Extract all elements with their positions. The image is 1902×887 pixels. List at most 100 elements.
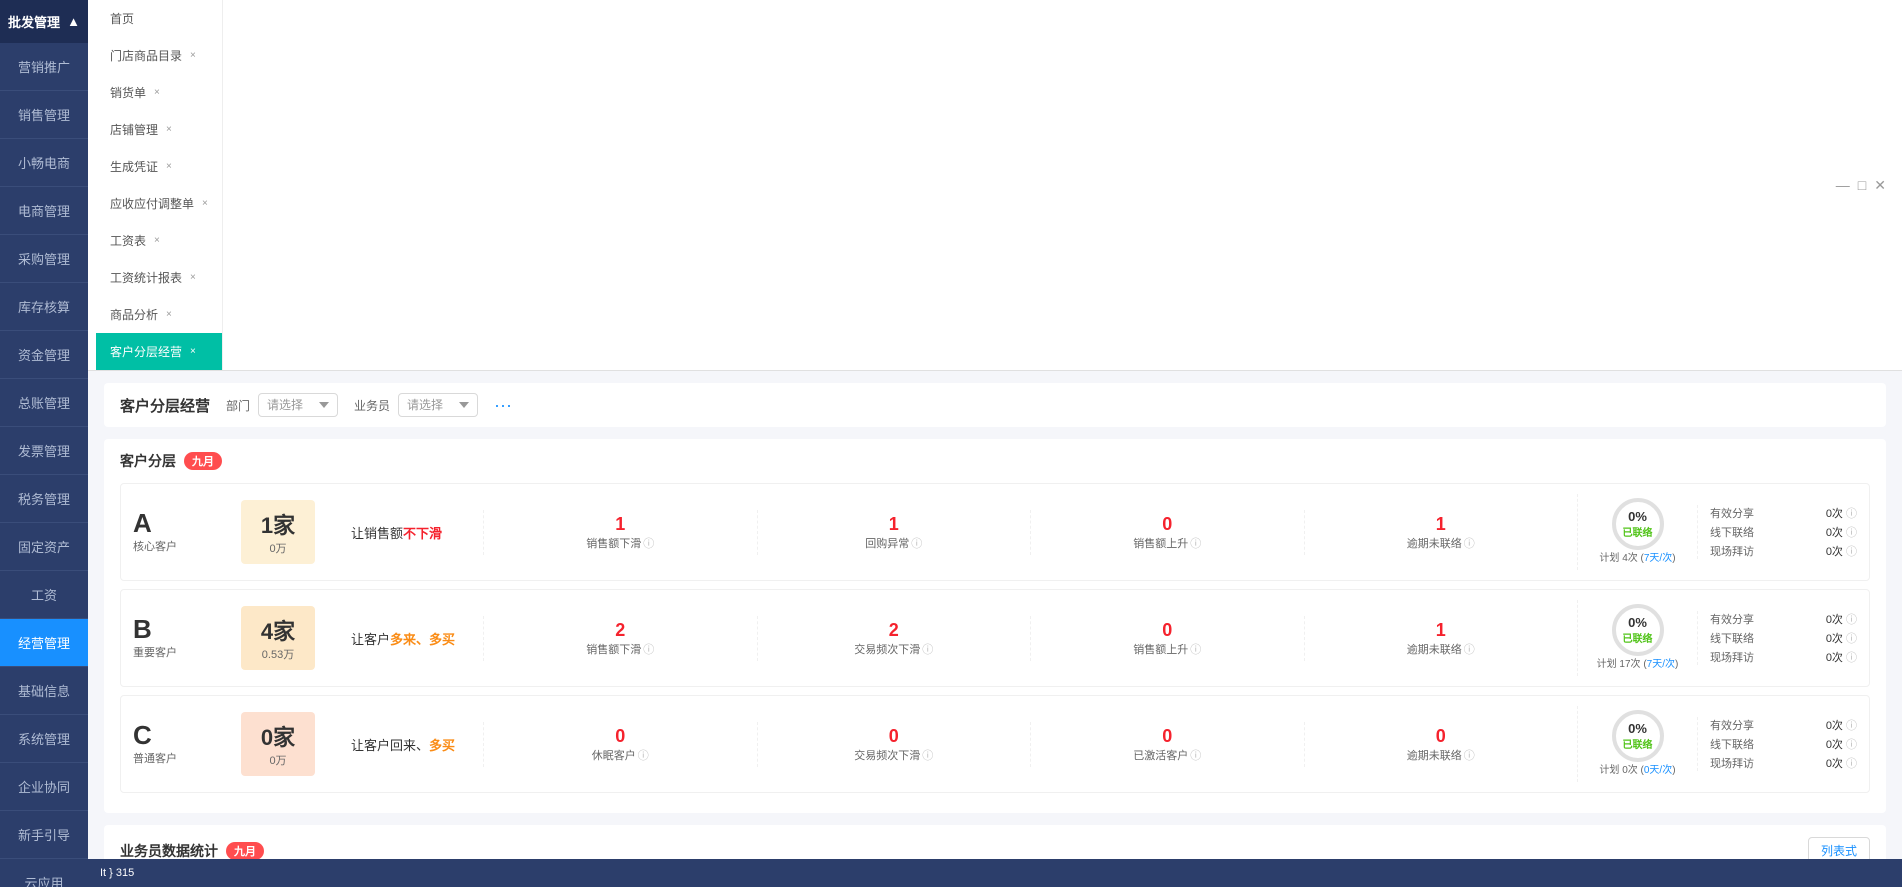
tab-销货单[interactable]: 销货单×	[96, 74, 223, 111]
sidebar-item-系统管理[interactable]: 系统管理	[0, 715, 88, 763]
tab-close-icon[interactable]: ×	[190, 50, 196, 61]
tab-close-icon[interactable]: ×	[202, 198, 208, 209]
sidebar-item-采购管理[interactable]: 采购管理	[0, 235, 88, 283]
sidebar-item-电商管理[interactable]: 电商管理	[0, 187, 88, 235]
sidebar-item-发票管理[interactable]: 发票管理	[0, 427, 88, 475]
info-icon[interactable]: ⓘ	[1190, 747, 1201, 763]
info-icon[interactable]: ⓘ	[1846, 546, 1857, 558]
tab-close-icon[interactable]: ×	[190, 346, 196, 357]
tier-amount: 0万	[261, 540, 295, 556]
tier-row-B: B重要客户4家0.53万让客户多来、多买2销售额下滑 ⓘ2交易频次下滑 ⓘ0销售…	[120, 589, 1870, 687]
tab-生成凭证[interactable]: 生成凭证×	[96, 148, 223, 185]
info-icon[interactable]: ⓘ	[922, 747, 933, 763]
tier-name: 重要客户	[133, 644, 213, 660]
tier-stat-num: 1	[1313, 514, 1570, 535]
sidebar-header[interactable]: 批发管理 ▲	[0, 0, 88, 43]
sidebar: 批发管理 ▲ 营销推广销售管理小畅电商电商管理采购管理库存核算资金管理总账管理发…	[0, 0, 88, 887]
sidebar-item-经营管理[interactable]: 经营管理	[0, 619, 88, 667]
tab-客户分层经营[interactable]: 客户分层经营×	[96, 333, 223, 370]
gauge-period[interactable]: 7天/次	[1647, 659, 1675, 670]
info-icon[interactable]: ⓘ	[911, 535, 922, 551]
page-title: 客户分层经营	[120, 395, 210, 416]
info-icon[interactable]: ⓘ	[922, 641, 933, 657]
sidebar-item-销售管理[interactable]: 销售管理	[0, 91, 88, 139]
tab-商品分析[interactable]: 商品分析×	[96, 296, 223, 333]
info-icon[interactable]: ⓘ	[1846, 614, 1857, 626]
tab-list: 首页门店商品目录×销货单×店铺管理×生成凭证×应收应付调整单×工资表×工资统计报…	[96, 0, 223, 370]
tier-stat-label: 已激活客户 ⓘ	[1039, 747, 1296, 763]
info-icon[interactable]: ⓘ	[1846, 633, 1857, 645]
sidebar-item-营销推广[interactable]: 营销推广	[0, 43, 88, 91]
tier-right-stat-label: 有效分享	[1710, 505, 1754, 521]
tab-close-icon[interactable]: ×	[154, 87, 160, 98]
tier-stat-label: 逾期未联络 ⓘ	[1313, 535, 1570, 551]
tab-close-icon[interactable]: ×	[166, 161, 172, 172]
window-minimize-icon[interactable]: —	[1836, 177, 1850, 194]
gauge-period[interactable]: 7天/次	[1644, 553, 1672, 564]
info-icon[interactable]: ⓘ	[1190, 641, 1201, 657]
tier-stat: 1销售额下滑 ⓘ	[483, 510, 757, 555]
gauge-circle: 0%已联络	[1612, 710, 1664, 762]
sidebar-item-新手引导[interactable]: 新手引导	[0, 811, 88, 859]
tab-门店商品目录[interactable]: 门店商品目录×	[96, 37, 223, 74]
tier-right-stat-label: 线下联络	[1710, 736, 1754, 752]
customer-tier-section: 客户分层 九月 A核心客户1家0万让销售额不下滑1销售额下滑 ⓘ1回购异常 ⓘ0…	[104, 439, 1886, 813]
tab-应收应付调整单[interactable]: 应收应付调整单×	[96, 185, 223, 222]
info-icon[interactable]: ⓘ	[1846, 652, 1857, 664]
tier-right-stat-label: 现场拜访	[1710, 649, 1754, 665]
tab-工资统计报表[interactable]: 工资统计报表×	[96, 259, 223, 296]
info-icon[interactable]: ⓘ	[1846, 739, 1857, 751]
sidebar-item-小畅电商[interactable]: 小畅电商	[0, 139, 88, 187]
page-content: 客户分层经营 部门 请选择 业务员 请选择 ··· 客户分层 九月 A核心客户1…	[88, 371, 1902, 859]
tier-gauge: 0%已联络计划 17次 (7天/次)	[1577, 600, 1697, 676]
tier-stat-num: 0	[1039, 514, 1296, 535]
info-icon[interactable]: ⓘ	[643, 641, 654, 657]
gauge-period[interactable]: 0天/次	[1644, 765, 1672, 776]
gauge-sub: 计划 17次 (7天/次)	[1597, 658, 1679, 672]
tier-right-stat-val: 0次 ⓘ	[1826, 736, 1857, 752]
tier-action: 让客户多来、多买	[343, 629, 483, 648]
tab-close-icon[interactable]: ×	[154, 235, 160, 246]
sidebar-toggle-icon[interactable]: ▲	[67, 14, 80, 29]
dept-select[interactable]: 请选择	[258, 393, 338, 417]
info-icon[interactable]: ⓘ	[1846, 527, 1857, 539]
info-icon[interactable]: ⓘ	[1846, 508, 1857, 520]
info-icon[interactable]: ⓘ	[1190, 535, 1201, 551]
customer-tier-title: 客户分层 九月	[120, 451, 1870, 471]
tier-right-stat-label: 现场拜访	[1710, 755, 1754, 771]
tier-count: 4家	[261, 614, 295, 646]
window-maximize-icon[interactable]: □	[1858, 177, 1866, 194]
tab-close-icon[interactable]: ×	[166, 124, 172, 135]
info-icon[interactable]: ⓘ	[638, 747, 649, 763]
window-close-icon[interactable]: ✕	[1874, 177, 1886, 194]
info-icon[interactable]: ⓘ	[1846, 758, 1857, 770]
sidebar-item-工资[interactable]: 工资	[0, 571, 88, 619]
sidebar-item-资金管理[interactable]: 资金管理	[0, 331, 88, 379]
tab-close-icon[interactable]: ×	[166, 309, 172, 320]
info-icon[interactable]: ⓘ	[1464, 747, 1475, 763]
sidebar-item-云应用[interactable]: 云应用	[0, 859, 88, 887]
salesperson-select[interactable]: 请选择	[398, 393, 478, 417]
tab-店铺管理[interactable]: 店铺管理×	[96, 111, 223, 148]
info-icon[interactable]: ⓘ	[1464, 535, 1475, 551]
tab-首页[interactable]: 首页	[96, 0, 223, 37]
sidebar-item-固定资产[interactable]: 固定资产	[0, 523, 88, 571]
tier-stat: 1回购异常 ⓘ	[757, 510, 1031, 555]
tier-stat-num: 1	[766, 514, 1023, 535]
info-icon[interactable]: ⓘ	[643, 535, 654, 551]
tab-工资表[interactable]: 工资表×	[96, 222, 223, 259]
tier-action-highlight: 多买	[429, 738, 455, 753]
tier-stat-num: 0	[1039, 620, 1296, 641]
list-view-btn[interactable]: 列表式	[1808, 837, 1870, 859]
tier-gauge: 0%已联络计划 4次 (7天/次)	[1577, 494, 1697, 570]
sidebar-item-库存核算[interactable]: 库存核算	[0, 283, 88, 331]
sidebar-item-总账管理[interactable]: 总账管理	[0, 379, 88, 427]
info-icon[interactable]: ⓘ	[1464, 641, 1475, 657]
info-icon[interactable]: ⓘ	[1846, 720, 1857, 732]
tab-close-icon[interactable]: ×	[190, 272, 196, 283]
sidebar-item-基础信息[interactable]: 基础信息	[0, 667, 88, 715]
sidebar-item-企业协同[interactable]: 企业协同	[0, 763, 88, 811]
more-filter-btn[interactable]: ···	[494, 396, 512, 414]
tier-stat-num: 0	[1313, 726, 1570, 747]
sidebar-item-税务管理[interactable]: 税务管理	[0, 475, 88, 523]
